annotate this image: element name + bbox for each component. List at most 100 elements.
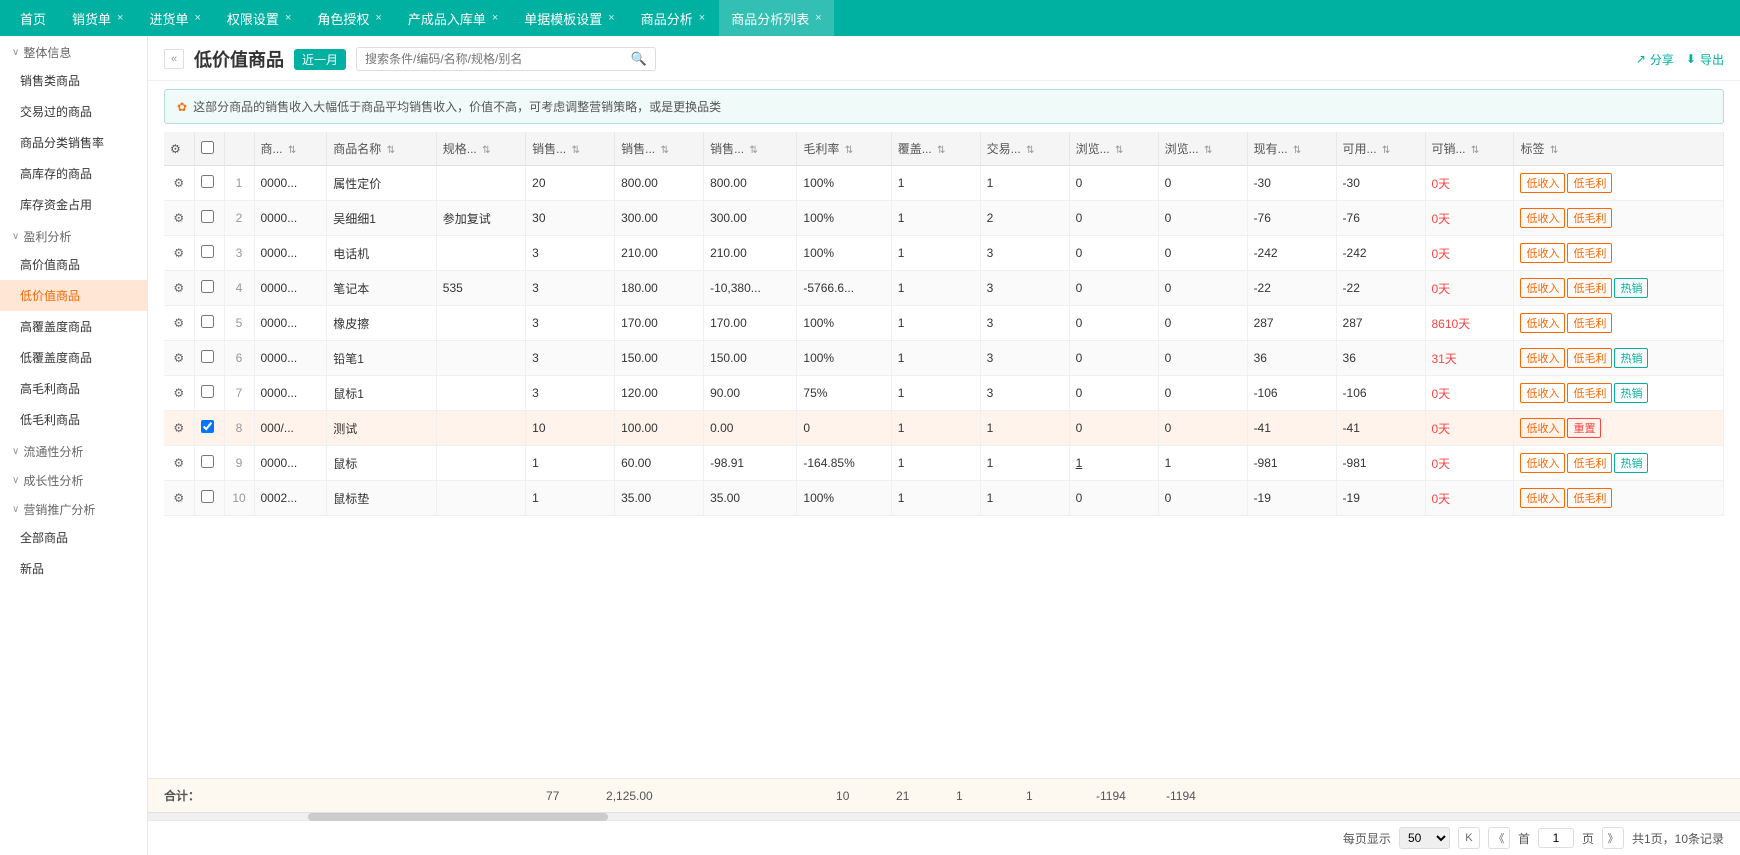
row-checkbox-cell[interactable] xyxy=(194,341,224,376)
nav-item-商品分析列表[interactable]: 商品分析列表× xyxy=(719,0,833,36)
nav-item-商品分析[interactable]: 商品分析× xyxy=(629,0,717,36)
sidebar-item-销售类商品[interactable]: 销售类商品 xyxy=(0,65,147,96)
row-gear[interactable]: ⚙ xyxy=(164,376,194,411)
col-margin[interactable]: 毛利率 ⇅ xyxy=(797,132,891,166)
col-spec[interactable]: 规格... ⇅ xyxy=(436,132,525,166)
sidebar-item-高覆盖度商品[interactable]: 高覆盖度商品 xyxy=(0,311,147,342)
select-all-checkbox[interactable] xyxy=(201,141,214,154)
row-checkbox[interactable] xyxy=(201,350,214,363)
sidebar-item-库存资金占用[interactable]: 库存资金占用 xyxy=(0,189,147,220)
col-code[interactable]: 商... ⇅ xyxy=(254,132,327,166)
sidebar-section-整体信息[interactable]: ∨整体信息 xyxy=(0,36,147,65)
row-checkbox-cell[interactable] xyxy=(194,481,224,516)
sidebar-section-成长性分析[interactable]: ∨成长性分析 xyxy=(0,464,147,493)
col-sales2[interactable]: 销售... ⇅ xyxy=(615,132,704,166)
col-stock2[interactable]: 可用... ⇅ xyxy=(1336,132,1425,166)
row-checkbox-cell[interactable] xyxy=(194,271,224,306)
row-gear[interactable]: ⚙ xyxy=(164,481,194,516)
row-cover: 1 xyxy=(891,236,980,271)
sidebar-item-低价值商品[interactable]: 低价值商品 xyxy=(0,280,147,311)
col-browse2[interactable]: 浏览... ⇅ xyxy=(1158,132,1247,166)
sidebar-item-高库存的商品[interactable]: 高库存的商品 xyxy=(0,158,147,189)
sidebar-section-盈利分析[interactable]: ∨盈利分析 xyxy=(0,220,147,249)
col-browse1[interactable]: 浏览... ⇅ xyxy=(1069,132,1158,166)
close-tab-icon[interactable]: × xyxy=(375,12,381,24)
col-cover[interactable]: 覆盖... ⇅ xyxy=(891,132,980,166)
nav-item-产成品入库单[interactable]: 产成品入库单× xyxy=(396,0,510,36)
close-tab-icon[interactable]: × xyxy=(194,12,200,24)
sidebar-item-低覆盖度商品[interactable]: 低覆盖度商品 xyxy=(0,342,147,373)
nav-item-角色授权[interactable]: 角色授权× xyxy=(305,0,393,36)
row-checkbox-cell[interactable] xyxy=(194,166,224,201)
col-sellable[interactable]: 可销... ⇅ xyxy=(1425,132,1514,166)
sidebar-section-流通性分析[interactable]: ∨流通性分析 xyxy=(0,435,147,464)
scrollbar-thumb[interactable] xyxy=(308,813,608,821)
row-checkbox[interactable] xyxy=(201,420,214,433)
row-checkbox[interactable] xyxy=(201,315,214,328)
row-checkbox[interactable] xyxy=(201,490,214,503)
col-gear[interactable]: ⚙ xyxy=(164,132,194,166)
nav-item-单据模板设置[interactable]: 单据模板设置× xyxy=(512,0,626,36)
row-gear[interactable]: ⚙ xyxy=(164,341,194,376)
sidebar-item-全部商品[interactable]: 全部商品 xyxy=(0,522,147,553)
next-page-button[interactable]: 》 xyxy=(1602,827,1624,849)
row-gear[interactable]: ⚙ xyxy=(164,201,194,236)
row-checkbox-cell[interactable] xyxy=(194,201,224,236)
nav-item-进货单[interactable]: 进货单× xyxy=(137,0,212,36)
row-checkbox-cell[interactable] xyxy=(194,376,224,411)
col-checkbox[interactable] xyxy=(194,132,224,166)
sidebar-section-营销推广分析[interactable]: ∨营销推广分析 xyxy=(0,493,147,522)
row-gear[interactable]: ⚙ xyxy=(164,411,194,446)
close-tab-icon[interactable]: × xyxy=(815,12,821,24)
row-checkbox[interactable] xyxy=(201,385,214,398)
row-checkbox[interactable] xyxy=(201,210,214,223)
horizontal-scrollbar[interactable] xyxy=(148,812,1740,820)
row-gear[interactable]: ⚙ xyxy=(164,166,194,201)
share-button[interactable]: ↗ 分享 xyxy=(1636,51,1674,68)
collapse-button[interactable]: « xyxy=(164,49,184,69)
close-tab-icon[interactable]: × xyxy=(285,12,291,24)
nav-item-销货单[interactable]: 销货单× xyxy=(60,0,135,36)
row-gear[interactable]: ⚙ xyxy=(164,236,194,271)
row-checkbox[interactable] xyxy=(201,245,214,258)
first-page-button[interactable]: K xyxy=(1458,827,1480,849)
close-tab-icon[interactable]: × xyxy=(608,12,614,24)
col-sales1[interactable]: 销售... ⇅ xyxy=(526,132,615,166)
tag-重置: 重置 xyxy=(1567,418,1601,438)
close-tab-icon[interactable]: × xyxy=(117,12,123,24)
page-number-input[interactable] xyxy=(1538,828,1574,848)
row-gear[interactable]: ⚙ xyxy=(164,271,194,306)
col-stock1[interactable]: 现有... ⇅ xyxy=(1247,132,1336,166)
sidebar-item-商品分类销售率[interactable]: 商品分类销售率 xyxy=(0,127,147,158)
close-tab-icon[interactable]: × xyxy=(492,12,498,24)
row-checkbox[interactable] xyxy=(201,455,214,468)
col-sales3[interactable]: 销售... ⇅ xyxy=(704,132,797,166)
nav-item-权限设置[interactable]: 权限设置× xyxy=(215,0,303,36)
nav-item-首页[interactable]: 首页 xyxy=(8,0,58,36)
close-tab-icon[interactable]: × xyxy=(699,12,705,24)
search-input[interactable] xyxy=(365,52,625,66)
col-trade[interactable]: 交易... ⇅ xyxy=(980,132,1069,166)
prev-page-button[interactable]: 《 xyxy=(1488,827,1510,849)
row-checkbox-cell[interactable] xyxy=(194,446,224,481)
table-wrapper[interactable]: ⚙ 商... ⇅ 商品名称 ⇅ 规格... ⇅ 销售... ⇅ 销售... ⇅ … xyxy=(148,132,1740,778)
row-checkbox-cell[interactable] xyxy=(194,411,224,446)
sidebar-item-高毛利商品[interactable]: 高毛利商品 xyxy=(0,373,147,404)
row-gear[interactable]: ⚙ xyxy=(164,446,194,481)
sidebar-item-高价值商品[interactable]: 高价值商品 xyxy=(0,249,147,280)
col-tag[interactable]: 标签 ⇅ xyxy=(1514,132,1724,166)
row-checkbox-cell[interactable] xyxy=(194,236,224,271)
page-size-select[interactable]: 50 100 200 xyxy=(1399,827,1450,849)
row-gear[interactable]: ⚙ xyxy=(164,306,194,341)
row-checkbox-cell[interactable] xyxy=(194,306,224,341)
row-checkbox[interactable] xyxy=(201,280,214,293)
sidebar-item-低毛利商品[interactable]: 低毛利商品 xyxy=(0,404,147,435)
col-name[interactable]: 商品名称 ⇅ xyxy=(327,132,436,166)
search-icon[interactable]: 🔍 xyxy=(631,51,647,67)
export-button[interactable]: ⬇ 导出 xyxy=(1686,51,1724,68)
sidebar-item-交易过的商品[interactable]: 交易过的商品 xyxy=(0,96,147,127)
row-checkbox[interactable] xyxy=(201,175,214,188)
page-header: « 低价值商品 近一月 🔍 ↗ 分享 ⬇ 导出 xyxy=(148,36,1740,81)
sidebar-item-新品[interactable]: 新品 xyxy=(0,553,147,584)
filter-tag-recent-month[interactable]: 近一月 xyxy=(294,49,346,70)
